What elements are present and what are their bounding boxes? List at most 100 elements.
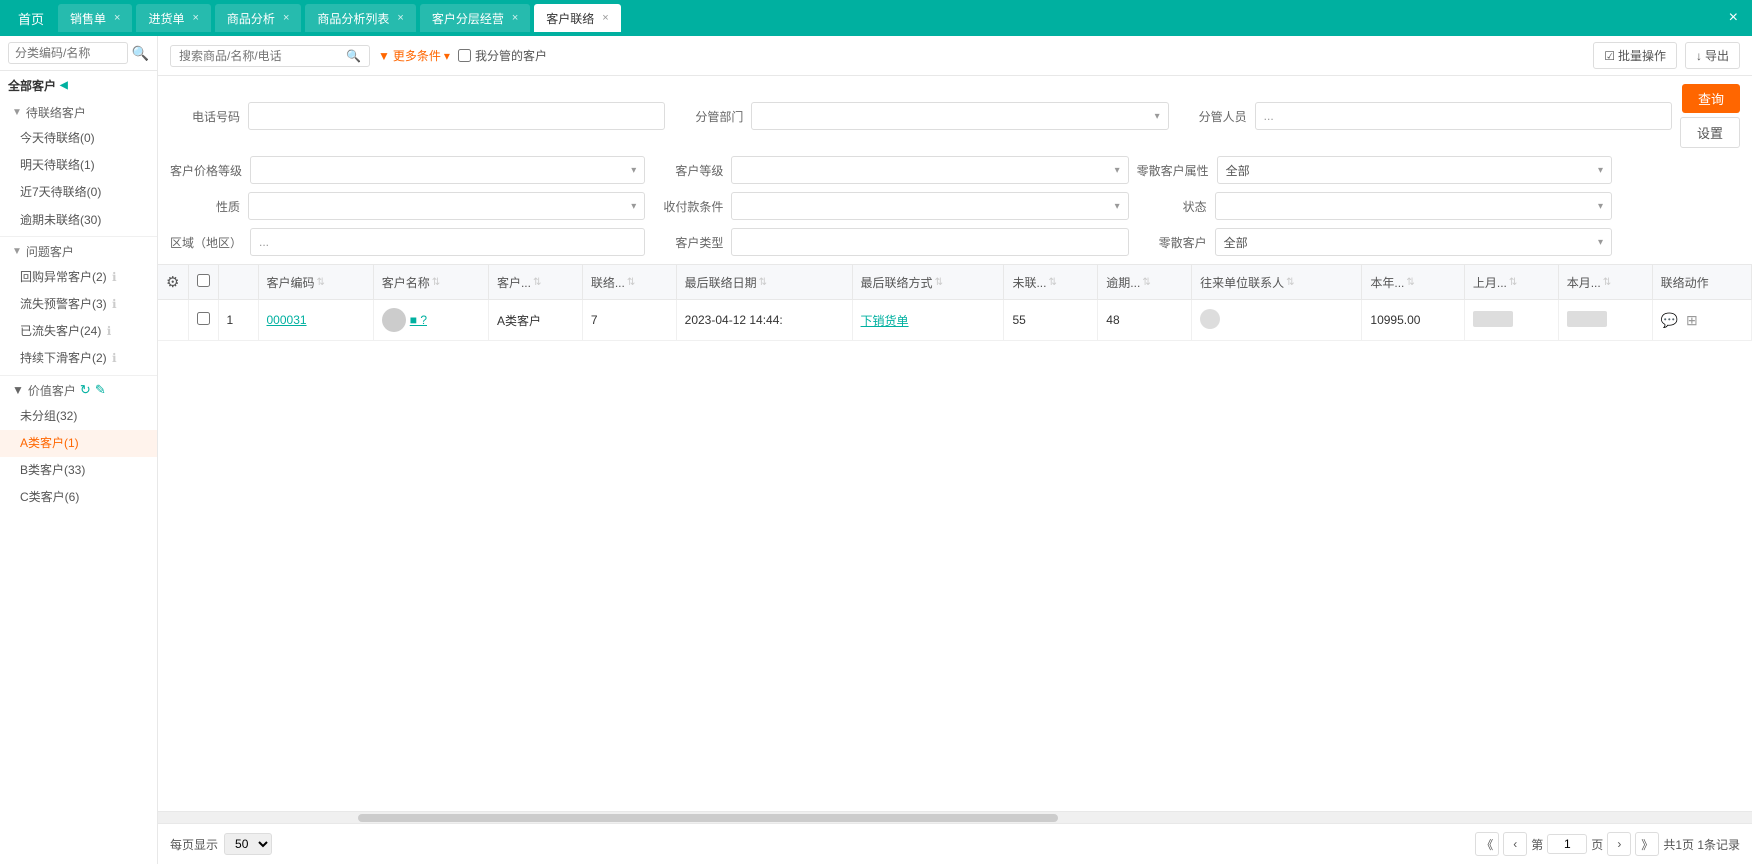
- filter-select-payment[interactable]: ▾: [731, 192, 1128, 220]
- col-code-sort[interactable]: ⇅: [317, 277, 325, 288]
- query-button[interactable]: 查询: [1682, 84, 1740, 113]
- col-contact-sort[interactable]: ⇅: [627, 277, 635, 288]
- col-not-contacted[interactable]: 未联...⇅: [1004, 265, 1098, 300]
- sidebar-problem-group[interactable]: ▼ 问题客户: [0, 239, 157, 264]
- col-overdue-sort[interactable]: ⇅: [1142, 277, 1150, 288]
- tab-sales[interactable]: 销售单 ×: [58, 4, 132, 32]
- col-this-year-sort[interactable]: ⇅: [1406, 277, 1414, 288]
- h-scroll-thumb[interactable]: [358, 814, 1058, 822]
- grid-icon[interactable]: ⊞: [1686, 312, 1698, 329]
- filter-select-dept[interactable]: ▾: [751, 102, 1168, 130]
- col-settings[interactable]: ⚙: [158, 265, 188, 300]
- sidebar-pending-group[interactable]: ▼ 待联络客户: [0, 100, 157, 125]
- col-this-month-sort[interactable]: ⇅: [1603, 277, 1611, 288]
- td-name[interactable]: ■ ?: [373, 300, 488, 341]
- tab-customer-contact[interactable]: 客户联络 ×: [534, 4, 620, 32]
- prev-page-button[interactable]: ‹: [1503, 832, 1527, 856]
- filter-input-phone[interactable]: [248, 102, 665, 130]
- batch-operation-button[interactable]: ☑ 批量操作: [1593, 42, 1677, 69]
- sidebar-item-overdue[interactable]: 逾期未联络(30): [0, 207, 157, 234]
- chat-icon[interactable]: 💬: [1661, 312, 1678, 329]
- per-page-select[interactable]: 50: [224, 833, 272, 855]
- col-code[interactable]: 客户编码⇅: [258, 265, 373, 300]
- filter-more-conditions[interactable]: ▼ 更多条件 ▾: [378, 47, 450, 64]
- tab-product-list-close[interactable]: ×: [397, 12, 403, 24]
- customer-name-link[interactable]: ■ ?: [410, 313, 427, 327]
- tab-product-list[interactable]: 商品分析列表 ×: [305, 4, 415, 32]
- col-unit-contact-sort[interactable]: ⇅: [1286, 277, 1294, 288]
- customer-code-link[interactable]: 000031: [267, 313, 307, 327]
- col-type-sort[interactable]: ⇅: [533, 277, 541, 288]
- filter-search-input[interactable]: [179, 49, 342, 63]
- col-last-method-sort[interactable]: ⇅: [935, 277, 943, 288]
- export-button[interactable]: ↓ 导出: [1685, 42, 1740, 69]
- first-page-button[interactable]: 《: [1475, 832, 1499, 856]
- col-last-method[interactable]: 最后联络方式⇅: [852, 265, 1004, 300]
- col-not-contacted-sort[interactable]: ⇅: [1048, 277, 1056, 288]
- sidebar-item-today[interactable]: 今天待联络(0): [0, 125, 157, 152]
- sidebar-item-unclassified[interactable]: 未分组(32): [0, 403, 157, 430]
- col-last-date-sort[interactable]: ⇅: [759, 277, 767, 288]
- sidebar-item-lost[interactable]: 已流失客户(24) ℹ: [0, 318, 157, 345]
- col-this-month[interactable]: 本月...⇅: [1558, 265, 1652, 300]
- col-name-sort[interactable]: ⇅: [432, 277, 440, 288]
- sidebar-item-7days[interactable]: 近7天待联络(0): [0, 179, 157, 206]
- col-last-month[interactable]: 上月...⇅: [1464, 265, 1558, 300]
- tab-product-analysis[interactable]: 商品分析 ×: [215, 4, 301, 32]
- horizontal-scrollbar[interactable]: [158, 811, 1752, 823]
- filter-input-region[interactable]: ...: [250, 228, 645, 256]
- filter-select-retail-attr[interactable]: 全部 ▾: [1217, 156, 1612, 184]
- tab-sales-close[interactable]: ×: [114, 12, 120, 24]
- tab-customer-tier[interactable]: 客户分层经营 ×: [420, 4, 530, 32]
- page-number-input[interactable]: [1547, 834, 1587, 854]
- filter-my-customers[interactable]: 我分管的客户: [458, 47, 547, 64]
- sidebar-item-lostwarning[interactable]: 流失预警客户(3) ℹ: [0, 291, 157, 318]
- value-refresh-icon[interactable]: ↻: [80, 382, 91, 398]
- my-customers-checkbox[interactable]: [458, 49, 471, 62]
- col-contact[interactable]: 联络...⇅: [582, 265, 676, 300]
- tab-customer-contact-close[interactable]: ×: [602, 12, 608, 24]
- filter-search-box[interactable]: 🔍: [170, 45, 370, 67]
- col-unit-contact[interactable]: 往来单位联系人⇅: [1192, 265, 1362, 300]
- value-edit-icon[interactable]: ✎: [95, 382, 106, 398]
- col-last-month-sort[interactable]: ⇅: [1509, 277, 1517, 288]
- sidebar-item-declining[interactable]: 持续下滑客户(2) ℹ: [0, 345, 157, 372]
- filter-select-customer-level[interactable]: ▾: [731, 156, 1128, 184]
- tab-customer-tier-close[interactable]: ×: [512, 12, 518, 24]
- filter-search-icon[interactable]: 🔍: [346, 49, 361, 63]
- sidebar-item-repurchase[interactable]: 回购异常客户(2) ℹ: [0, 264, 157, 291]
- col-this-year[interactable]: 本年...⇅: [1362, 265, 1464, 300]
- sidebar-item-class-b[interactable]: B类客户(33): [0, 457, 157, 484]
- last-method-link[interactable]: 下销货单: [861, 314, 909, 328]
- sidebar-search-input[interactable]: [8, 42, 128, 64]
- row-checkbox[interactable]: [197, 312, 210, 325]
- tab-purchase-close[interactable]: ×: [192, 12, 198, 24]
- col-overdue[interactable]: 逾期...⇅: [1098, 265, 1192, 300]
- col-checkbox[interactable]: [188, 265, 218, 300]
- sidebar-search-icon[interactable]: 🔍: [132, 45, 149, 62]
- sidebar-item-tomorrow[interactable]: 明天待联络(1): [0, 152, 157, 179]
- settings-gear-icon[interactable]: ⚙: [166, 274, 179, 291]
- filter-select-price-level[interactable]: ▾: [250, 156, 645, 184]
- settings-button[interactable]: 设置: [1680, 117, 1740, 148]
- tab-product-analysis-close[interactable]: ×: [283, 12, 289, 24]
- next-page-button[interactable]: ›: [1607, 832, 1631, 856]
- tab-purchase[interactable]: 进货单 ×: [136, 4, 210, 32]
- td-checkbox[interactable]: [188, 300, 218, 341]
- td-last-method[interactable]: 下销货单: [852, 300, 1004, 341]
- sidebar-item-class-a[interactable]: A类客户(1): [0, 430, 157, 457]
- last-page-button[interactable]: 》: [1635, 832, 1659, 856]
- select-all-checkbox[interactable]: [197, 274, 210, 287]
- td-code[interactable]: 000031: [258, 300, 373, 341]
- filter-select-customer-type[interactable]: [731, 228, 1128, 256]
- col-type[interactable]: 客户...⇅: [488, 265, 582, 300]
- sidebar-all-customers[interactable]: 全部客户 ◀: [0, 71, 157, 100]
- home-tab[interactable]: 首页: [8, 9, 54, 28]
- close-all-button[interactable]: ×: [1723, 9, 1744, 27]
- filter-input-person[interactable]: ...: [1255, 102, 1672, 130]
- col-last-date[interactable]: 最后联络日期⇅: [676, 265, 852, 300]
- sidebar-item-class-c[interactable]: C类客户(6): [0, 484, 157, 511]
- filter-select-nature[interactable]: ▾: [248, 192, 645, 220]
- col-name[interactable]: 客户名称⇅: [373, 265, 488, 300]
- filter-select-status[interactable]: ▾: [1215, 192, 1612, 220]
